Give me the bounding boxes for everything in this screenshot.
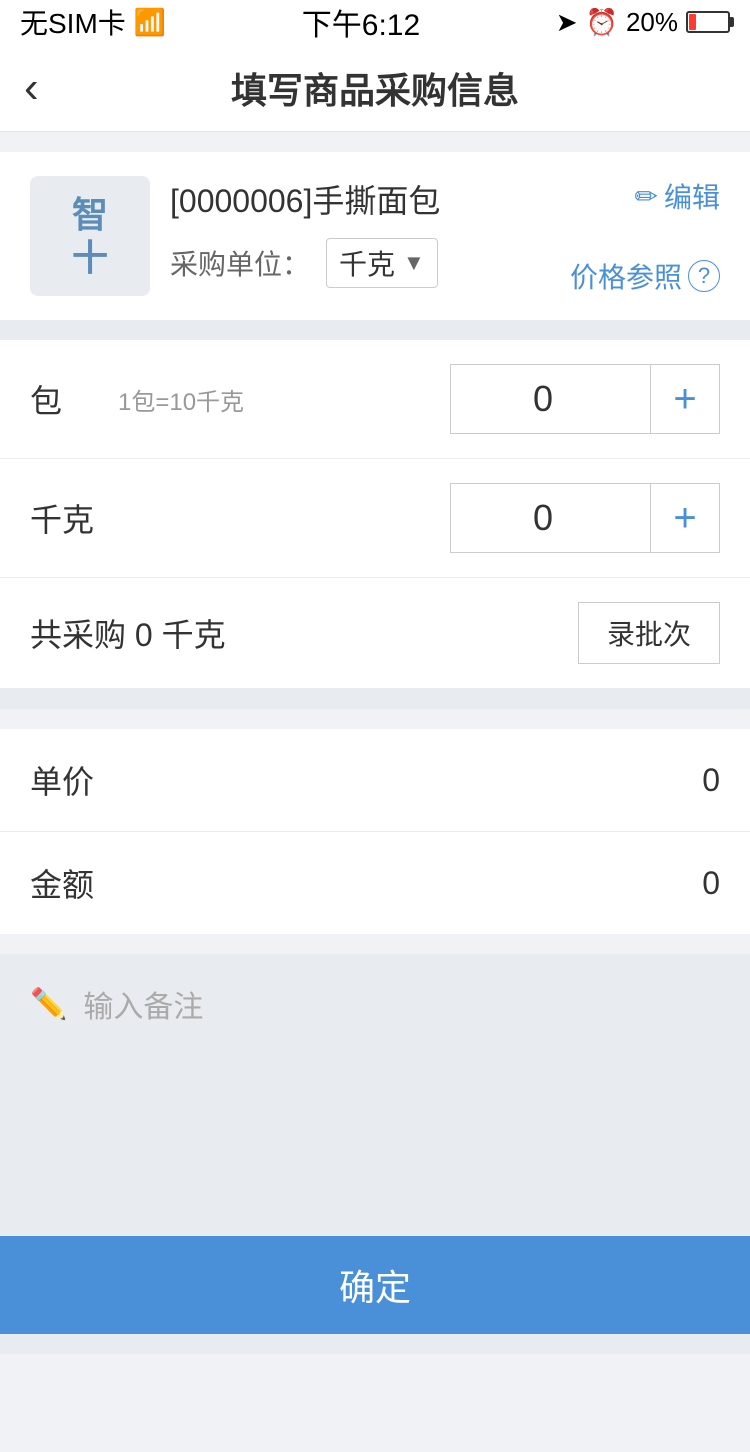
kg-input[interactable] bbox=[450, 483, 650, 553]
price-ref-label: 价格参照 bbox=[570, 256, 682, 296]
product-logo: 智 十 bbox=[72, 193, 108, 279]
kg-plus-button[interactable]: + bbox=[650, 483, 720, 553]
status-bar: 无SIM卡 📶 下午6:12 ➤ ⏰ 20% bbox=[0, 0, 750, 44]
summary-value: 0 bbox=[135, 617, 162, 653]
edit-label: 编辑 bbox=[664, 176, 720, 216]
unit-select[interactable]: 千克 ▼ bbox=[326, 238, 438, 288]
confirm-button[interactable]: 确定 bbox=[0, 1236, 750, 1334]
price-ref-button[interactable]: 价格参照 ? bbox=[570, 256, 720, 296]
battery-icon bbox=[686, 11, 730, 33]
status-left: 无SIM卡 📶 bbox=[20, 2, 166, 42]
quantity-section: 包 1包=10千克 + 千克 + bbox=[0, 340, 750, 577]
price-ref-icon: ? bbox=[688, 260, 720, 292]
nav-bar: ‹ 填写商品采购信息 bbox=[0, 44, 750, 132]
package-label: 包 bbox=[30, 376, 110, 422]
unit-value: 千克 bbox=[339, 243, 395, 283]
summary-row: 共采购 0 千克 录批次 bbox=[0, 577, 750, 689]
wifi-icon: 📶 bbox=[134, 7, 166, 38]
amount-value: 0 bbox=[702, 865, 720, 902]
status-right: ➤ ⏰ 20% bbox=[556, 7, 730, 38]
edit-button[interactable]: ✏ 编辑 bbox=[635, 176, 720, 216]
kg-controls: + bbox=[450, 483, 720, 553]
section-divider-1 bbox=[0, 320, 750, 340]
package-row: 包 1包=10千克 + bbox=[0, 340, 750, 459]
battery-fill bbox=[689, 14, 696, 30]
battery-percent: 20% bbox=[626, 7, 678, 38]
batch-button[interactable]: 录批次 bbox=[578, 602, 720, 664]
package-plus-button[interactable]: + bbox=[650, 364, 720, 434]
kg-label: 千克 bbox=[30, 495, 110, 541]
package-input[interactable] bbox=[450, 364, 650, 434]
summary-unit: 千克 bbox=[162, 617, 226, 653]
pencil-icon: ✏️ bbox=[30, 987, 67, 1022]
package-sub-label: 1包=10千克 bbox=[118, 382, 244, 417]
kg-row: 千克 + bbox=[0, 459, 750, 577]
notes-placeholder: 输入备注 bbox=[83, 982, 203, 1026]
edit-icon: ✏ bbox=[635, 180, 658, 213]
summary-text: 共采购 0 千克 bbox=[30, 610, 226, 656]
notes-section[interactable]: ✏️ 输入备注 bbox=[0, 954, 750, 1054]
location-icon: ➤ bbox=[556, 7, 578, 38]
amount-row: 金额 0 bbox=[0, 832, 750, 934]
unit-price-label: 单价 bbox=[30, 757, 94, 803]
unit-price-value: 0 bbox=[702, 762, 720, 799]
package-controls: + bbox=[450, 364, 720, 434]
status-time: 下午6:12 bbox=[302, 0, 420, 44]
product-image: 智 十 bbox=[30, 176, 150, 296]
summary-label: 共采购 bbox=[30, 617, 126, 653]
amount-label: 金额 bbox=[30, 860, 94, 906]
unit-arrow-icon: ▼ bbox=[403, 250, 425, 276]
product-card: 智 十 [0000006]手撕面包 采购单位： 千克 ▼ ✏ 编辑 价格参照 ? bbox=[0, 152, 750, 320]
section-divider-2 bbox=[0, 689, 750, 709]
purchase-unit-label: 采购单位： bbox=[170, 243, 310, 283]
alarm-icon: ⏰ bbox=[586, 7, 618, 38]
back-button[interactable]: ‹ bbox=[24, 66, 39, 110]
page-title: 填写商品采购信息 bbox=[231, 62, 519, 114]
price-section: 单价 0 金额 0 bbox=[0, 729, 750, 934]
carrier-text: 无SIM卡 bbox=[20, 2, 126, 42]
unit-price-row: 单价 0 bbox=[0, 729, 750, 832]
